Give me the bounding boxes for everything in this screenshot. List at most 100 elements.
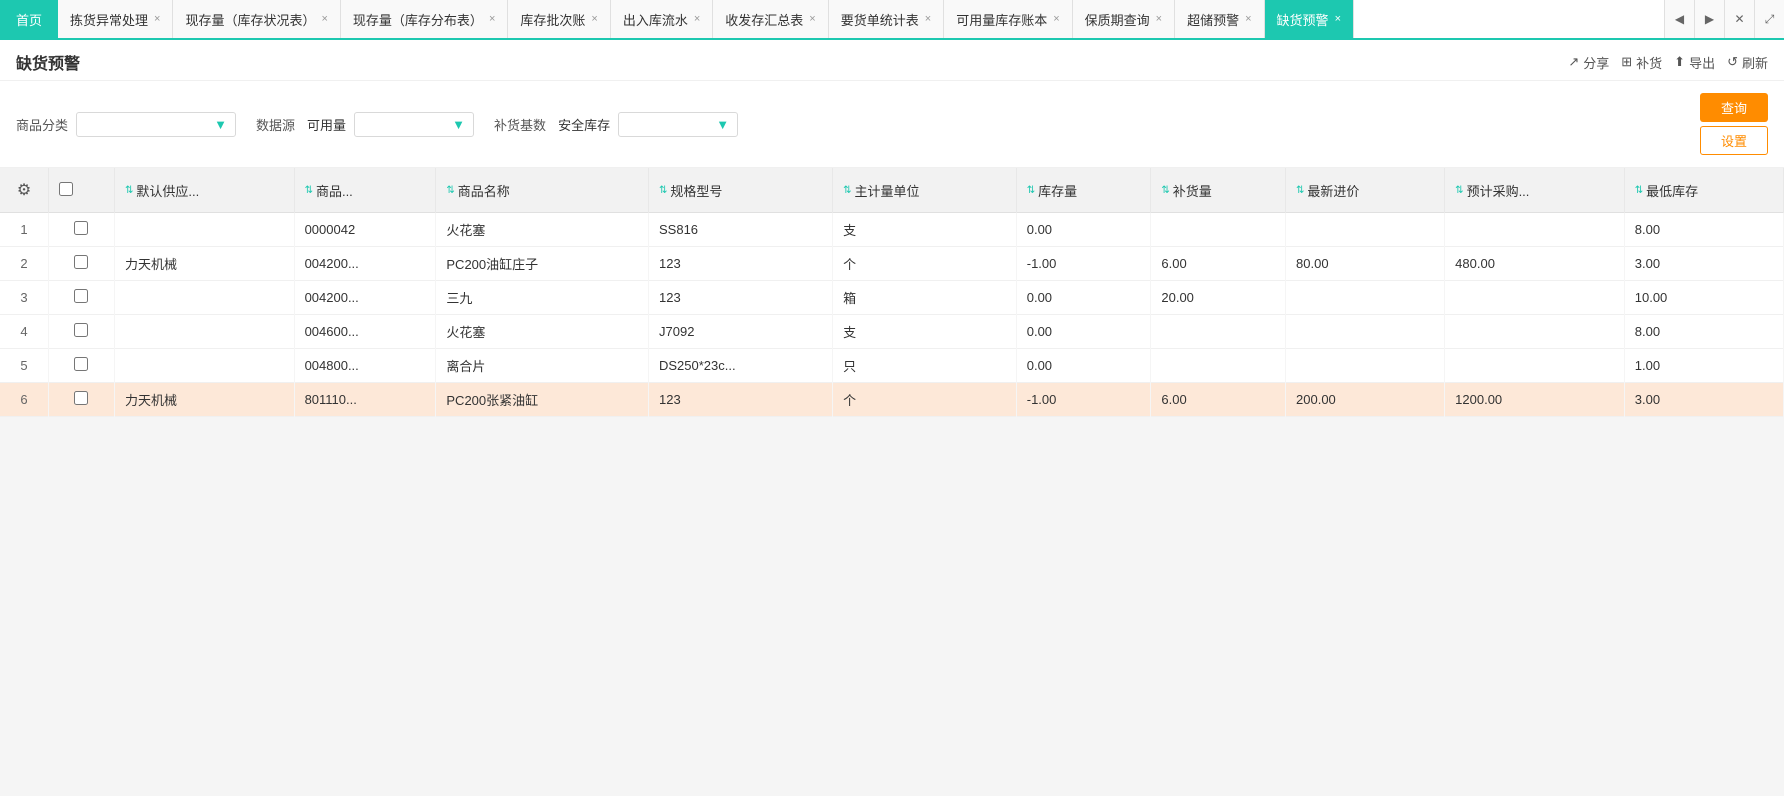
tab-stock-dist[interactable]: 现存量（库存分布表） ×	[341, 0, 508, 38]
tab-shortage[interactable]: 缺货预警 ×	[1265, 0, 1354, 38]
row-spec: 123	[649, 383, 833, 417]
tab-close-shortage[interactable]: ×	[1335, 13, 1341, 25]
replenish-icon: ⊞	[1621, 54, 1632, 70]
col-header-est-purchase: ⇅预计采购...	[1445, 168, 1625, 213]
row-index: 3	[0, 281, 49, 315]
col-header-goods-code: ⇅商品...	[294, 168, 436, 213]
row-checkbox[interactable]	[74, 255, 88, 269]
row-goods-code: 801110...	[294, 383, 436, 417]
table-row: 1 0000042 火花塞 SS816 支 0.00 8.00	[0, 213, 1784, 247]
sort-icon-latest-price: ⇅	[1296, 185, 1304, 196]
tab-close-batch-account[interactable]: ×	[591, 13, 597, 25]
tab-close-overstock[interactable]: ×	[1245, 13, 1251, 25]
table-container: ⚙ ⇅默认供应... ⇅商品... ⇅商品名称 ⇅规格型号	[0, 168, 1784, 417]
col-header-replenish: ⇅补货量	[1151, 168, 1286, 213]
tab-close-all-btn[interactable]: ✕	[1724, 0, 1754, 39]
sort-icon-spec: ⇅	[659, 185, 667, 196]
replenish-base-select[interactable]: ▼	[618, 112, 738, 137]
sort-icon-replenish: ⇅	[1161, 185, 1169, 196]
col-header-min-stock: ⇅最低库存	[1624, 168, 1783, 213]
row-checkbox[interactable]	[74, 221, 88, 235]
tab-close-stock-dist[interactable]: ×	[489, 13, 495, 25]
gear-icon[interactable]: ⚙	[10, 176, 38, 204]
row-supplier	[114, 315, 294, 349]
tab-close-abnormal[interactable]: ×	[154, 13, 160, 25]
page-container: 缺货预警 ↗ 分享 ⊞ 补货 ⬆ 导出 ↺ 刷新 商品分类	[0, 40, 1784, 417]
replenish-base-value: 安全库存	[558, 115, 610, 134]
tab-stock-status[interactable]: 现存量（库存状况表） ×	[173, 0, 340, 38]
tab-close-inout-flow[interactable]: ×	[694, 13, 700, 25]
replenish-base-label: 补货基数	[494, 115, 546, 134]
sort-icon-unit: ⇅	[843, 185, 851, 196]
row-latest-price	[1286, 281, 1445, 315]
tab-home[interactable]: 首页	[0, 0, 58, 38]
datasource-select[interactable]: ▼	[354, 112, 474, 137]
tab-close-stock-status[interactable]: ×	[321, 13, 327, 25]
row-checkbox-cell	[49, 383, 115, 417]
tab-batch-account[interactable]: 库存批次账 ×	[508, 0, 610, 38]
row-goods-code: 004800...	[294, 349, 436, 383]
tab-expiry-query[interactable]: 保质期查询 ×	[1073, 0, 1175, 38]
row-checkbox-cell	[49, 281, 115, 315]
tab-prev-btn[interactable]: ◀	[1664, 0, 1694, 39]
row-est-purchase: 1200.00	[1445, 383, 1625, 417]
tab-inout-flow[interactable]: 出入库流水 ×	[611, 0, 713, 38]
select-all-checkbox[interactable]	[59, 182, 73, 196]
col-header-settings[interactable]: ⚙	[0, 168, 49, 213]
row-spec: SS816	[649, 213, 833, 247]
sort-icon-goods-code: ⇅	[305, 185, 313, 196]
category-filter-group: 商品分类 ▼	[16, 112, 236, 137]
row-supplier	[114, 281, 294, 315]
tab-usable-stock[interactable]: 可用量库存账本 ×	[944, 0, 1072, 38]
tab-close-expiry-query[interactable]: ×	[1156, 13, 1162, 25]
category-select[interactable]: ▼	[76, 112, 236, 137]
replenish-button[interactable]: ⊞ 补货	[1621, 53, 1662, 72]
tab-next-btn[interactable]: ▶	[1694, 0, 1724, 39]
tab-recv-summary[interactable]: 收发存汇总表 ×	[713, 0, 828, 38]
row-stock: 0.00	[1016, 315, 1151, 349]
tab-close-usable-stock[interactable]: ×	[1053, 13, 1059, 25]
refresh-icon: ↺	[1727, 54, 1738, 70]
tab-order-stat[interactable]: 要货单统计表 ×	[829, 0, 944, 38]
tab-close-recv-summary[interactable]: ×	[809, 13, 815, 25]
row-index: 5	[0, 349, 49, 383]
row-supplier	[114, 349, 294, 383]
tab-nav-buttons: ◀ ▶ ✕ ⤢	[1664, 0, 1784, 39]
tab-close-order-stat[interactable]: ×	[925, 13, 931, 25]
datasource-dropdown-icon: ▼	[452, 117, 465, 132]
export-icon: ⬆	[1674, 54, 1685, 70]
row-unit: 只	[833, 349, 1017, 383]
tab-abnormal[interactable]: 拣货异常处理 ×	[58, 0, 173, 38]
share-button[interactable]: ↗ 分享	[1568, 53, 1609, 72]
row-checkbox[interactable]	[74, 289, 88, 303]
row-latest-price	[1286, 213, 1445, 247]
col-header-checkbox	[49, 168, 115, 213]
table-row: 3 004200... 三九 123 箱 0.00 20.00 10.00	[0, 281, 1784, 315]
row-stock: 0.00	[1016, 281, 1151, 315]
page-header: 缺货预警 ↗ 分享 ⊞ 补货 ⬆ 导出 ↺ 刷新	[0, 40, 1784, 81]
table-row: 2 力天机械 004200... PC200油缸庄子 123 个 -1.00 6…	[0, 247, 1784, 281]
row-spec: J7092	[649, 315, 833, 349]
export-button[interactable]: ⬆ 导出	[1674, 53, 1715, 72]
setting-button[interactable]: 设置	[1700, 126, 1768, 155]
row-latest-price	[1286, 349, 1445, 383]
row-replenish: 6.00	[1151, 383, 1286, 417]
row-checkbox-cell	[49, 213, 115, 247]
query-button[interactable]: 查询	[1700, 93, 1768, 122]
category-dropdown-icon: ▼	[214, 117, 227, 132]
sort-icon-supplier: ⇅	[125, 185, 133, 196]
tab-expand-btn[interactable]: ⤢	[1754, 0, 1784, 39]
refresh-button[interactable]: ↺ 刷新	[1727, 53, 1768, 72]
col-header-spec: ⇅规格型号	[649, 168, 833, 213]
header-actions: ↗ 分享 ⊞ 补货 ⬆ 导出 ↺ 刷新	[1568, 53, 1768, 72]
home-tab-label: 首页	[16, 10, 42, 29]
row-unit: 个	[833, 383, 1017, 417]
replenish-base-filter-group: 补货基数 安全库存 ▼	[494, 112, 738, 137]
row-checkbox[interactable]	[74, 391, 88, 405]
row-goods-name: PC200张紧油缸	[436, 383, 649, 417]
row-checkbox[interactable]	[74, 323, 88, 337]
row-checkbox[interactable]	[74, 357, 88, 371]
tab-overstock[interactable]: 超储预警 ×	[1175, 0, 1264, 38]
sort-icon-stock: ⇅	[1027, 185, 1035, 196]
share-icon: ↗	[1568, 54, 1579, 70]
